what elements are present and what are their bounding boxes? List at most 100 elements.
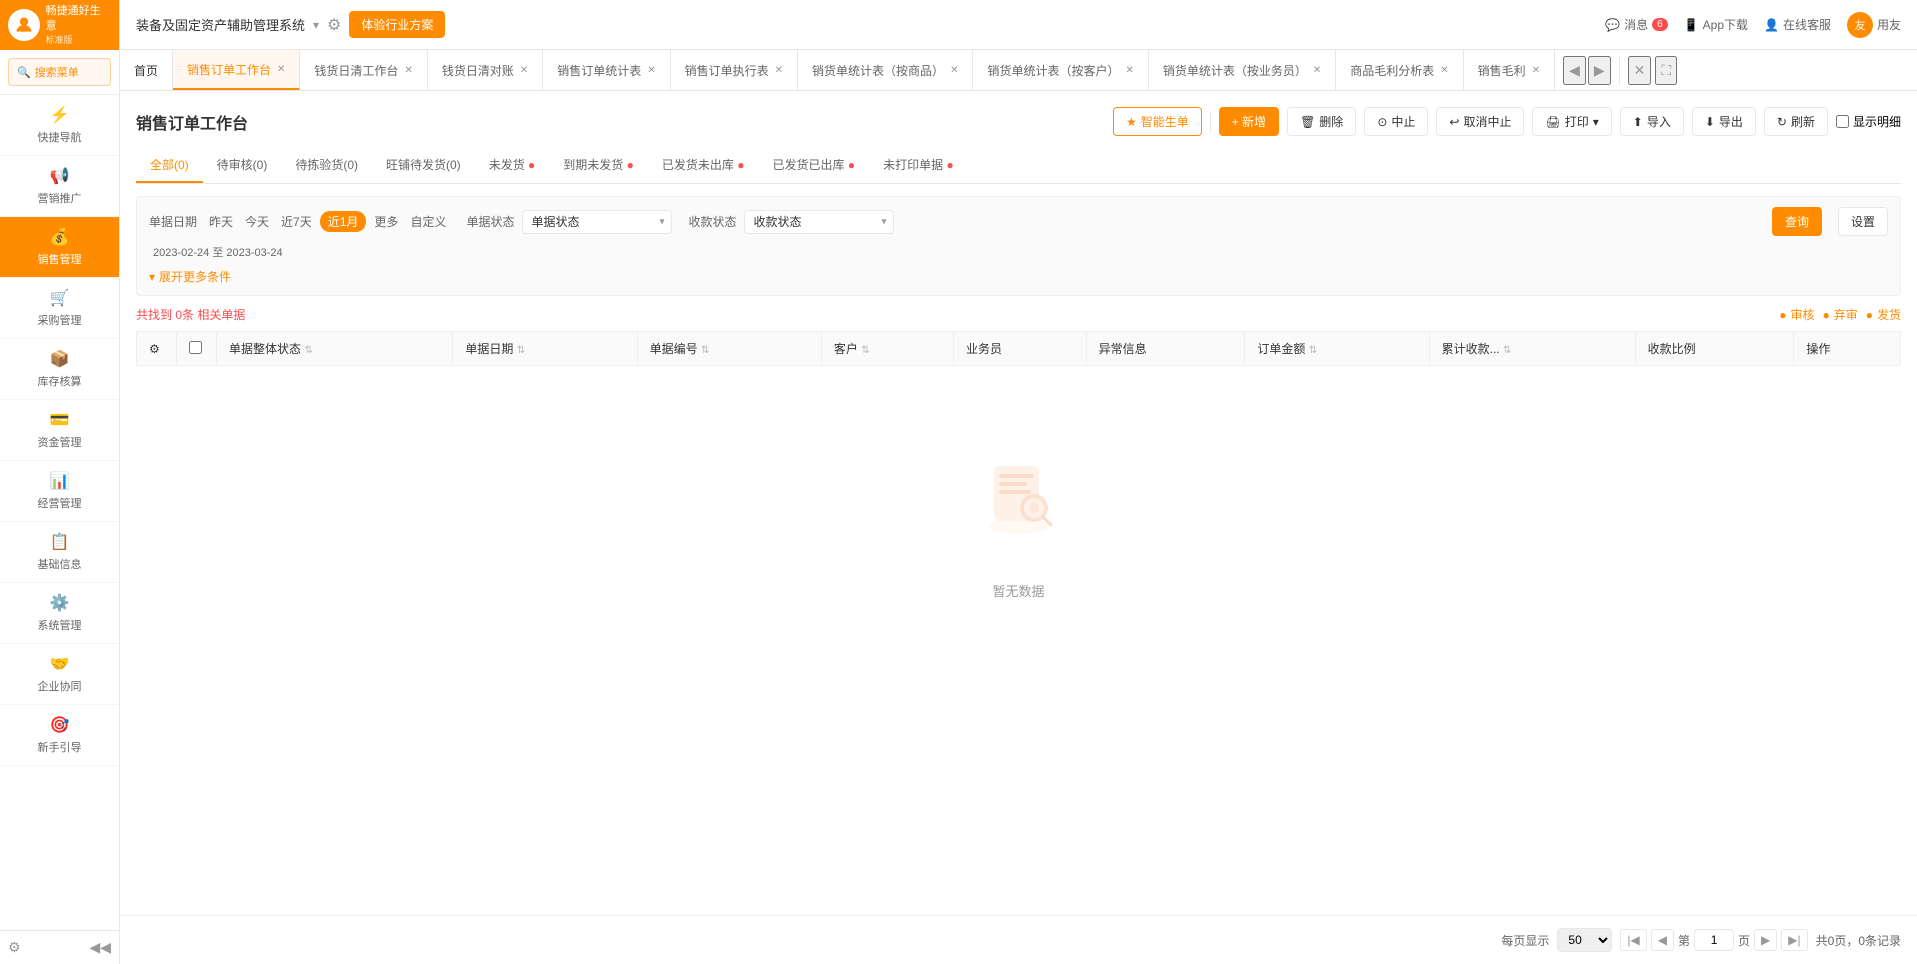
- page-first-button[interactable]: |◀: [1620, 929, 1646, 951]
- sidebar-item-purchase[interactable]: 🛒 采购管理: [0, 278, 119, 339]
- filter-tab-not-shipped[interactable]: 未发货 ●: [475, 148, 550, 183]
- not-shipped-badge: ●: [525, 158, 536, 172]
- filter-tab-not-printed[interactable]: 未打印单据 ●: [869, 148, 968, 183]
- tab-sales-profit[interactable]: 销售毛利 ✕: [1464, 50, 1555, 90]
- tab-close-icon[interactable]: ✕: [775, 65, 783, 76]
- sort-icon[interactable]: ⇅: [1309, 345, 1317, 356]
- tab-sales-summary-product[interactable]: 销货单统计表（按商品） ✕: [798, 50, 973, 90]
- page-size-select[interactable]: 50 10 20 100: [1557, 928, 1612, 952]
- export-button[interactable]: ⬇ 导出: [1692, 107, 1756, 136]
- filter-tab-all[interactable]: 全部(0): [136, 148, 203, 183]
- add-button[interactable]: + 新增: [1219, 107, 1279, 136]
- settings-icon[interactable]: ⚙: [149, 342, 160, 356]
- tab-close-icon[interactable]: ✕: [1313, 65, 1321, 76]
- sort-icon[interactable]: ⇅: [304, 345, 312, 356]
- sidebar-item-operation[interactable]: 📊 经营管理: [0, 461, 119, 522]
- settings-button[interactable]: 设置: [1838, 207, 1888, 236]
- filter-tab-expired[interactable]: 到期未发货 ●: [549, 148, 648, 183]
- sidebar-item-quick-nav[interactable]: ⚡ 快捷导航: [0, 95, 119, 156]
- payment-select[interactable]: 收款状态: [744, 210, 894, 234]
- tab-next-button[interactable]: ▶: [1588, 56, 1611, 85]
- show-detail-checkbox[interactable]: 显示明细: [1836, 113, 1901, 130]
- import-button[interactable]: ⬆ 导入: [1620, 107, 1684, 136]
- date-today-button[interactable]: 今天: [241, 211, 273, 232]
- tab-sales-summary-staff[interactable]: 销货单统计表（按业务员） ✕: [1149, 50, 1336, 90]
- filter-tab-wangpu[interactable]: 旺铺待发货(0): [372, 148, 475, 183]
- select-all-checkbox[interactable]: [189, 341, 202, 354]
- date-custom-button[interactable]: 自定义: [406, 211, 450, 232]
- tab-prev-button[interactable]: ◀: [1563, 56, 1586, 85]
- status-select[interactable]: 单据状态: [522, 210, 672, 234]
- sidebar-item-system[interactable]: ⚙️ 系统管理: [0, 583, 119, 644]
- online-service-button[interactable]: 👤 在线客服: [1764, 16, 1831, 33]
- print-button[interactable]: 🖨 打印 ▾: [1532, 107, 1611, 136]
- tab-close-icon[interactable]: ✕: [404, 65, 412, 76]
- tab-fullscreen-button[interactable]: ⛶: [1655, 56, 1677, 85]
- system-settings-icon[interactable]: ⚙: [327, 15, 341, 35]
- expand-conditions-button[interactable]: ▾ 展开更多条件: [149, 268, 231, 285]
- tab-close-all-button[interactable]: ✕: [1628, 56, 1652, 85]
- date-1month-button[interactable]: 近1月: [320, 211, 367, 232]
- ship-action-button[interactable]: ● 发货: [1866, 306, 1901, 323]
- stop-button[interactable]: ⊙ 中止: [1364, 107, 1428, 136]
- page-next-button[interactable]: ▶: [1754, 929, 1777, 951]
- filter-tab-pending-review[interactable]: 待审核(0): [203, 148, 282, 183]
- sidebar-item-guide[interactable]: 🎯 新手引导: [0, 705, 119, 766]
- date-more-button[interactable]: 更多: [370, 211, 402, 232]
- sidebar-item-enterprise[interactable]: 🤝 企业协同: [0, 644, 119, 705]
- tab-close-icon[interactable]: ✕: [1532, 65, 1540, 76]
- tab-close-icon[interactable]: ✕: [1440, 65, 1448, 76]
- user-profile[interactable]: 友 用友: [1847, 12, 1901, 38]
- page-number-input[interactable]: [1694, 929, 1734, 951]
- tab-cash-clear[interactable]: 钱货日清工作台 ✕: [300, 50, 427, 90]
- sidebar-settings-button[interactable]: ⚙: [8, 939, 21, 956]
- tab-sales-order[interactable]: 销售订单工作台 ✕: [173, 50, 300, 90]
- review-action-button[interactable]: ● 审核: [1779, 306, 1814, 323]
- cancel-review-action-button[interactable]: ● 弃审: [1822, 306, 1857, 323]
- sidebar-item-marketing[interactable]: 📢 营销推广: [0, 156, 119, 217]
- tab-sales-stats[interactable]: 销售订单统计表 ✕: [543, 50, 670, 90]
- sidebar-item-finance[interactable]: 💳 资金管理: [0, 400, 119, 461]
- tab-close-icon[interactable]: ✕: [1125, 65, 1133, 76]
- smart-create-label: 智能生单: [1141, 113, 1189, 130]
- tab-gross-profit[interactable]: 商品毛利分析表 ✕: [1336, 50, 1463, 90]
- sidebar-collapse-button[interactable]: ◀◀: [89, 939, 111, 956]
- app-download-button[interactable]: 📱 App下载: [1684, 16, 1748, 33]
- page-prev-button[interactable]: ◀: [1651, 929, 1674, 951]
- tab-cash-reconcile[interactable]: 钱货日清对账 ✕: [428, 50, 543, 90]
- tab-close-icon[interactable]: ✕: [950, 65, 958, 76]
- filter-tab-pending-check[interactable]: 待拣验货(0): [281, 148, 372, 183]
- tab-sales-summary-customer[interactable]: 销货单统计表（按客户） ✕: [973, 50, 1148, 90]
- tab-close-icon[interactable]: ✕: [520, 65, 528, 76]
- sort-icon[interactable]: ⇅: [861, 345, 869, 356]
- cancel-stop-button[interactable]: ↩ 取消中止: [1436, 107, 1524, 136]
- message-button[interactable]: 💬 消息 6: [1605, 16, 1668, 33]
- sort-icon[interactable]: ⇅: [1503, 345, 1511, 356]
- sidebar-item-sales[interactable]: 💰 销售管理: [0, 217, 119, 278]
- query-button[interactable]: 查询: [1772, 207, 1822, 236]
- industry-button[interactable]: 体验行业方案: [349, 11, 445, 38]
- smart-create-button[interactable]: ★ 智能生单: [1113, 107, 1202, 136]
- system-dropdown-icon[interactable]: ▾: [313, 18, 319, 32]
- delete-button[interactable]: 🗑 删除: [1287, 107, 1356, 136]
- date-yesterday-button[interactable]: 昨天: [205, 211, 237, 232]
- page-last-button[interactable]: ▶|: [1781, 929, 1807, 951]
- search-menu-button[interactable]: 🔍 搜索菜单: [8, 58, 111, 86]
- sidebar-item-inventory[interactable]: 📦 库存核算: [0, 339, 119, 400]
- refresh-button[interactable]: ↻ 刷新: [1764, 107, 1828, 136]
- tab-cash-clear-label: 钱货日清工作台: [314, 62, 398, 79]
- filter-tab-shipped-not-out[interactable]: 已发货未出库 ●: [648, 148, 759, 183]
- sidebar-item-basic-info[interactable]: 📋 基础信息: [0, 522, 119, 583]
- show-detail-label: 显示明细: [1853, 113, 1901, 130]
- tab-home[interactable]: 首页: [120, 50, 173, 90]
- show-detail-input[interactable]: [1836, 115, 1849, 128]
- search-icon: 🔍: [17, 66, 31, 79]
- sort-icon[interactable]: ⇅: [701, 345, 709, 356]
- sort-icon[interactable]: ⇅: [517, 345, 525, 356]
- sidebar-search-area: 🔍 搜索菜单: [0, 50, 119, 95]
- tab-close-icon[interactable]: ✕: [647, 65, 655, 76]
- filter-tab-shipped-out[interactable]: 已发货已出库 ●: [759, 148, 870, 183]
- tab-sales-exec[interactable]: 销售订单执行表 ✕: [671, 50, 798, 90]
- date-7days-button[interactable]: 近7天: [277, 211, 316, 232]
- tab-close-icon[interactable]: ✕: [277, 64, 285, 75]
